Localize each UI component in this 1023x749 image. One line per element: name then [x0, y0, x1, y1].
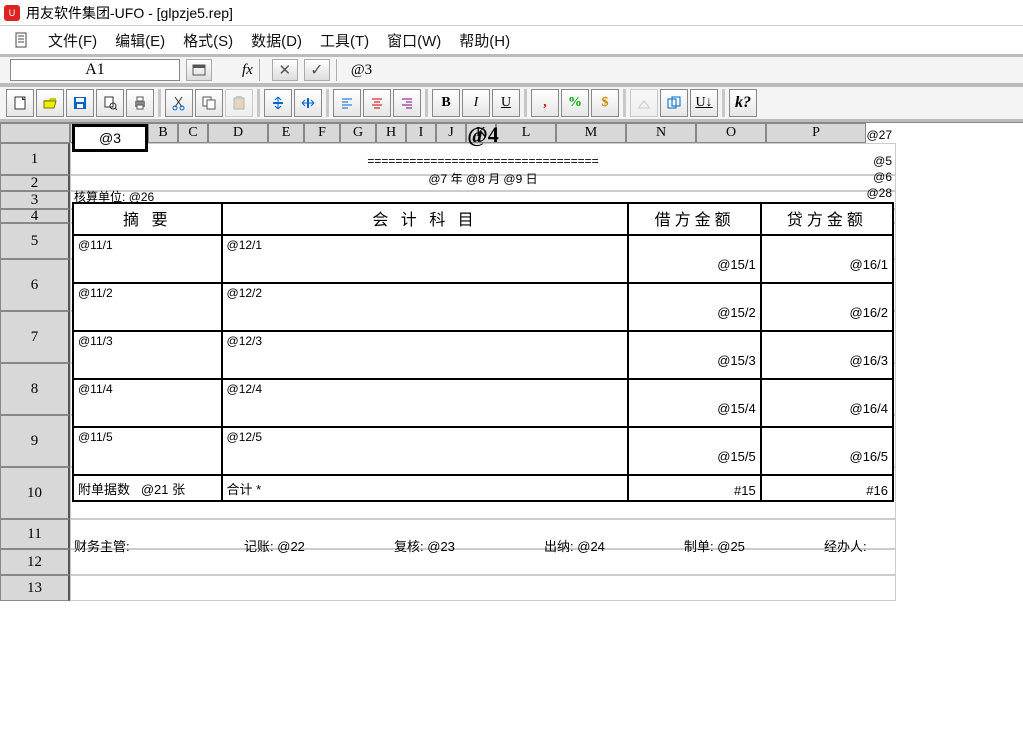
row-content-3[interactable] — [70, 191, 896, 209]
row-header-12[interactable]: 12 — [0, 549, 70, 575]
formula-input[interactable]: @3 — [343, 62, 1023, 79]
row-header-4[interactable]: 4 — [0, 209, 70, 223]
col-header-C[interactable]: C — [178, 123, 208, 143]
toolbar: B I U , % $ U↓ k? — [0, 84, 1023, 122]
col-header-P[interactable]: P — [766, 123, 866, 143]
cut-button[interactable] — [165, 89, 193, 117]
row-header-8[interactable]: 8 — [0, 363, 70, 415]
print-preview-button[interactable] — [96, 89, 124, 117]
window-title-bar: U 用友软件集团-UFO - [glpzje5.rep] — [0, 0, 1023, 26]
comma-button[interactable]: , — [531, 89, 559, 117]
row-content-13[interactable] — [70, 575, 896, 601]
menu-tool[interactable]: 工具(T) — [320, 30, 369, 51]
row-content-1[interactable] — [70, 143, 896, 175]
col-header-H[interactable]: H — [376, 123, 406, 143]
row-header-2[interactable]: 2 — [0, 175, 70, 191]
window-title: 用友软件集团-UFO - [glpzje5.rep] — [26, 3, 233, 23]
menu-window[interactable]: 窗口(W) — [387, 30, 441, 51]
fx-label: fx — [242, 62, 253, 79]
align-center-button[interactable] — [363, 89, 391, 117]
row-content-2[interactable] — [70, 175, 896, 191]
formula-bar: A1 fx ✕ ✓ @3 — [0, 54, 1023, 84]
row-content-12[interactable] — [70, 549, 896, 575]
col-header-N[interactable]: N — [626, 123, 696, 143]
toolbar-group1-button[interactable] — [630, 89, 658, 117]
row-content-5[interactable] — [70, 223, 896, 259]
row-header-3[interactable]: 3 — [0, 191, 70, 209]
row-height-button[interactable] — [264, 89, 292, 117]
accept-formula-button[interactable]: ✓ — [304, 59, 330, 81]
column-headers: A B C D E F G H I J K L M N O P — [0, 122, 1023, 143]
menu-file[interactable]: 文件(F) — [48, 30, 97, 51]
col-width-button[interactable] — [294, 89, 322, 117]
row-header-13[interactable]: 13 — [0, 575, 70, 601]
row-header-6[interactable]: 6 — [0, 259, 70, 311]
print-button[interactable] — [126, 89, 154, 117]
document-icon — [14, 32, 30, 48]
row-content-4[interactable] — [70, 209, 896, 223]
row-content-10[interactable] — [70, 467, 896, 519]
percent-button[interactable]: % — [561, 89, 589, 117]
help-button[interactable]: k? — [729, 89, 757, 117]
menu-format[interactable]: 格式(S) — [183, 30, 233, 51]
menu-edit[interactable]: 编辑(E) — [115, 30, 165, 51]
row-content-7[interactable] — [70, 311, 896, 363]
col-header-L[interactable]: L — [496, 123, 556, 143]
col-header-E[interactable]: E — [268, 123, 304, 143]
align-left-button[interactable] — [333, 89, 361, 117]
menu-help[interactable]: 帮助(H) — [459, 30, 510, 51]
underline-button[interactable]: U — [492, 89, 520, 117]
row-content-11[interactable] — [70, 519, 896, 549]
paste-button[interactable] — [225, 89, 253, 117]
cell-reference[interactable]: A1 — [10, 59, 180, 81]
row-content-6[interactable] — [70, 259, 896, 311]
row-header-7[interactable]: 7 — [0, 311, 70, 363]
col-header-K[interactable]: K — [466, 123, 496, 143]
align-right-button[interactable] — [393, 89, 421, 117]
col-header-J[interactable]: J — [436, 123, 466, 143]
italic-button[interactable]: I — [462, 89, 490, 117]
select-all-corner[interactable] — [0, 123, 70, 143]
row-content-9[interactable] — [70, 415, 896, 467]
col-header-B[interactable]: B — [148, 123, 178, 143]
cell-ref-button[interactable] — [186, 59, 212, 81]
toolbar-group3-button[interactable]: U↓ — [690, 89, 718, 117]
app-icon: U — [4, 5, 20, 21]
col-header-G[interactable]: G — [340, 123, 376, 143]
col-header-I[interactable]: I — [406, 123, 436, 143]
menu-data[interactable]: 数据(D) — [251, 30, 302, 51]
row-header-11[interactable]: 11 — [0, 519, 70, 549]
spreadsheet[interactable]: A B C D E F G H I J K L M N O P 1 2 3 4 … — [0, 122, 1023, 601]
cancel-formula-button[interactable]: ✕ — [272, 59, 298, 81]
open-button[interactable] — [36, 89, 64, 117]
col-header-A[interactable]: A — [70, 123, 148, 143]
col-header-D[interactable]: D — [208, 123, 268, 143]
menu-bar: 文件(F) 编辑(E) 格式(S) 数据(D) 工具(T) 窗口(W) 帮助(H… — [0, 26, 1023, 54]
bold-button[interactable]: B — [432, 89, 460, 117]
row-header-5[interactable]: 5 — [0, 223, 70, 259]
row-content-8[interactable] — [70, 363, 896, 415]
row-header-1[interactable]: 1 — [0, 143, 70, 175]
col-header-M[interactable]: M — [556, 123, 626, 143]
row-header-9[interactable]: 9 — [0, 415, 70, 467]
copy-button[interactable] — [195, 89, 223, 117]
currency-button[interactable]: $ — [591, 89, 619, 117]
col-header-O[interactable]: O — [696, 123, 766, 143]
col-header-F[interactable]: F — [304, 123, 340, 143]
new-file-button[interactable] — [6, 89, 34, 117]
toolbar-group2-button[interactable] — [660, 89, 688, 117]
save-button[interactable] — [66, 89, 94, 117]
row-header-10[interactable]: 10 — [0, 467, 70, 519]
